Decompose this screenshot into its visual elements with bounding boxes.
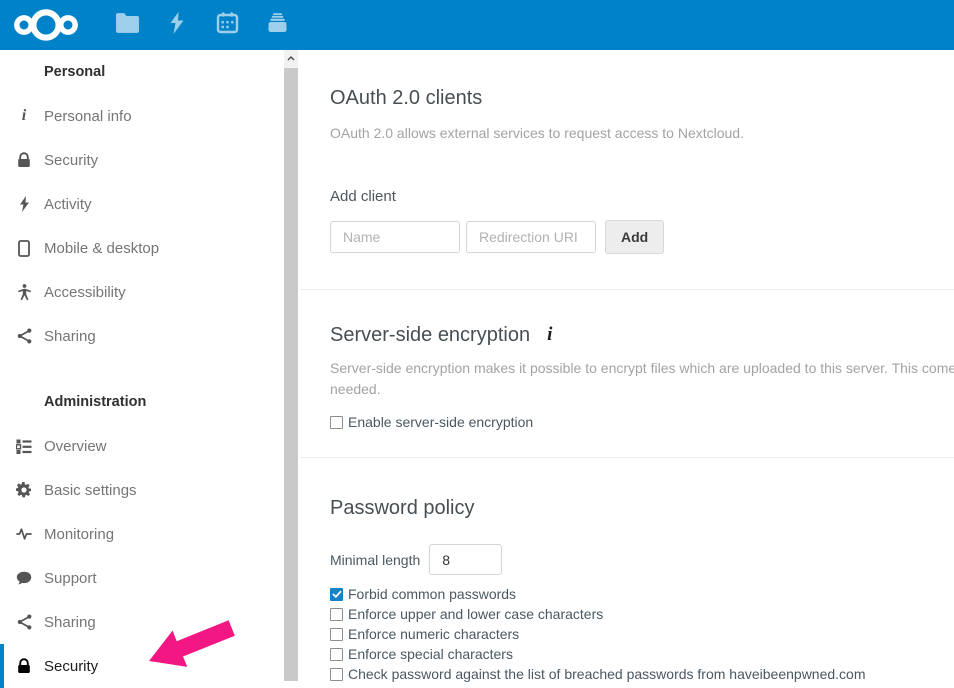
share-icon [16, 614, 32, 630]
password-policy-checkboxes: Forbid common passwords Enforce upper an… [330, 584, 954, 684]
sidebar-item-label: Overview [44, 438, 107, 455]
enforce-special-row[interactable]: Enforce special characters [330, 644, 954, 664]
checkbox[interactable] [330, 648, 343, 661]
monitoring-icon [16, 526, 32, 542]
folder-icon [115, 12, 140, 39]
sidebar-item-basic-settings[interactable]: Basic settings [0, 468, 300, 512]
info-icon: i [16, 108, 32, 124]
sidebar-item-label: Sharing [44, 328, 96, 345]
sidebar-item-label: Accessibility [44, 284, 126, 301]
settings-sidebar: Personal i Personal info Security Activi… [0, 50, 300, 681]
files-app-button[interactable] [102, 0, 152, 50]
sidebar-item-accessibility[interactable]: Accessibility [0, 270, 300, 314]
chat-bubble-icon [16, 570, 32, 586]
sidebar-item-monitoring[interactable]: Monitoring [0, 512, 300, 556]
sidebar-scrollbar[interactable] [284, 50, 298, 681]
checkmark-icon [332, 590, 342, 598]
minimal-length-input[interactable] [429, 544, 502, 575]
add-client-heading: Add client [330, 187, 954, 207]
add-client-button[interactable]: Add [605, 220, 664, 254]
phone-icon [16, 240, 32, 256]
encryption-section-title: Server-side encryption [330, 321, 530, 349]
password-policy-section: Password policy Minimal length Forbid co… [300, 457, 954, 684]
lightning-icon [167, 11, 187, 40]
checkbox[interactable] [330, 416, 343, 429]
app-navigation [102, 0, 302, 50]
oauth-section-title: OAuth 2.0 clients [330, 84, 954, 112]
scrollbar-up-button[interactable] [284, 50, 298, 67]
sidebar-item-label: Activity [44, 196, 92, 213]
section-title: Administration [44, 394, 146, 410]
deck-icon [265, 11, 290, 40]
check-breached-passwords-row[interactable]: Check password against the list of breac… [330, 664, 954, 684]
sidebar-item-support[interactable]: Support [0, 556, 300, 600]
sidebar-item-label: Mobile & desktop [44, 240, 159, 257]
gear-icon [16, 482, 32, 498]
password-policy-title: Password policy [330, 494, 954, 522]
info-icon[interactable]: i [547, 324, 552, 346]
chevron-up-icon [287, 56, 295, 61]
sidebar-item-personal-info[interactable]: i Personal info [0, 94, 300, 138]
sidebar-item-label: Personal info [44, 108, 132, 125]
enforce-numeric-row[interactable]: Enforce numeric characters [330, 624, 954, 644]
sidebar-item-label: Security [44, 152, 98, 169]
sidebar-item-overview[interactable]: Overview [0, 424, 300, 468]
minimal-length-label: Minimal length [330, 552, 420, 568]
sidebar-item-sharing-admin[interactable]: Sharing [0, 600, 300, 644]
nextcloud-logo[interactable] [12, 0, 80, 50]
top-header-bar [0, 0, 954, 50]
accessibility-icon [16, 284, 32, 300]
checkbox-label: Check password against the list of breac… [348, 666, 866, 682]
sidebar-item-activity[interactable]: Activity [0, 182, 300, 226]
encryption-description-line2: needed. [330, 381, 381, 397]
sidebar-item-label: Security [44, 658, 98, 675]
calendar-icon [215, 11, 240, 40]
sidebar-item-security-admin[interactable]: Security [0, 644, 300, 688]
overview-icon [16, 438, 32, 454]
oauth-description: OAuth 2.0 allows external services to re… [330, 124, 954, 143]
checkbox-label: Enforce upper and lower case characters [348, 606, 603, 622]
sidebar-item-label: Support [44, 570, 97, 587]
minimal-length-row: Minimal length [330, 544, 954, 575]
sidebar-item-mobile-desktop[interactable]: Mobile & desktop [0, 226, 300, 270]
sidebar-item-label: Sharing [44, 614, 96, 631]
checkbox-label: Enable server-side encryption [348, 414, 533, 430]
section-title: Personal [44, 64, 105, 80]
sidebar-section-personal: Personal [0, 50, 300, 94]
checkbox-label: Enforce special characters [348, 646, 513, 662]
sidebar-item-sharing-personal[interactable]: Sharing [0, 314, 300, 358]
enforce-upper-lower-row[interactable]: Enforce upper and lower case characters [330, 604, 954, 624]
deck-app-button[interactable] [252, 0, 302, 50]
settings-content: OAuth 2.0 clients OAuth 2.0 allows exter… [300, 50, 954, 684]
oauth-section: OAuth 2.0 clients OAuth 2.0 allows exter… [300, 50, 954, 289]
sidebar-item-label: Monitoring [44, 526, 114, 543]
checkbox[interactable] [330, 668, 343, 681]
enable-encryption-checkbox-row[interactable]: Enable server-side encryption [330, 413, 954, 431]
client-name-input[interactable] [330, 221, 460, 253]
encryption-section: Server-side encryption i Server-side enc… [300, 289, 954, 457]
sidebar-item-security-personal[interactable]: Security [0, 138, 300, 182]
checkbox[interactable] [330, 608, 343, 621]
encryption-description-line1: Server-side encryption makes it possible… [330, 358, 954, 379]
lock-icon [16, 658, 32, 674]
lightning-icon [16, 196, 32, 212]
checkbox[interactable] [330, 628, 343, 641]
sidebar-section-administration: Administration [0, 380, 300, 424]
checkbox-label: Forbid common passwords [348, 586, 516, 602]
share-icon [16, 328, 32, 344]
encryption-description: Server-side encryption makes it possible… [330, 358, 954, 400]
add-client-form: Add [330, 220, 954, 254]
redirection-uri-input[interactable] [466, 221, 596, 253]
sidebar-item-label: Basic settings [44, 482, 137, 499]
scrollbar-thumb[interactable] [284, 68, 298, 681]
forbid-common-passwords-row[interactable]: Forbid common passwords [330, 584, 954, 604]
checkbox-label: Enforce numeric characters [348, 626, 519, 642]
activity-app-button[interactable] [152, 0, 202, 50]
lock-icon [16, 152, 32, 168]
checkbox[interactable] [330, 588, 343, 601]
calendar-app-button[interactable] [202, 0, 252, 50]
